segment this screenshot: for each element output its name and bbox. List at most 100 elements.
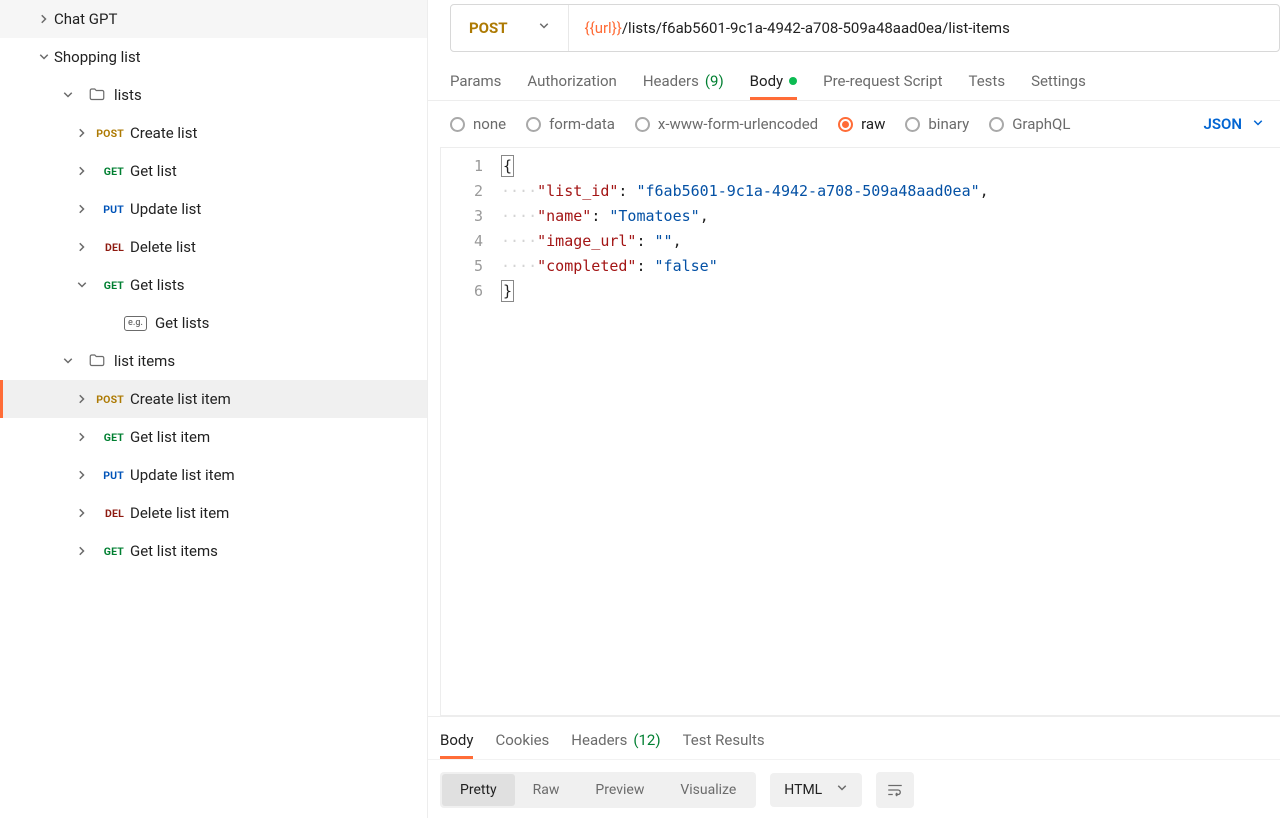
method-badge: DEL	[92, 507, 124, 520]
response-pane: Body Cookies Headers (12) Test Results P…	[428, 716, 1280, 818]
modified-dot-icon	[789, 77, 797, 85]
chevron-right-icon	[72, 431, 92, 443]
method-badge: GET	[92, 431, 124, 444]
chevron-down-icon	[34, 51, 54, 63]
view-mode-group: Pretty Raw Preview Visualize	[440, 772, 756, 808]
request-label: Update list	[130, 200, 201, 218]
request-update-list[interactable]: PUT Update list	[0, 190, 427, 228]
view-pretty[interactable]: Pretty	[442, 774, 515, 806]
request-label: Get list item	[130, 428, 210, 446]
method-badge: POST	[92, 393, 124, 406]
collection-shopping-list[interactable]: Shopping list	[0, 38, 427, 76]
resp-tab-headers[interactable]: Headers (12)	[571, 731, 660, 759]
collection-label: Shopping list	[54, 48, 141, 66]
request-label: Delete list	[130, 238, 196, 256]
chevron-right-icon	[72, 393, 92, 405]
radio-icon	[838, 117, 853, 132]
response-tabs: Body Cookies Headers (12) Test Results	[428, 717, 1280, 760]
request-tabs: Params Authorization Headers (9) Body Pr…	[428, 52, 1280, 101]
body-format-label: JSON	[1204, 115, 1242, 133]
method-badge: GET	[92, 279, 124, 292]
method-select[interactable]: POST	[451, 5, 569, 51]
tab-prerequest[interactable]: Pre-request Script	[823, 72, 942, 100]
request-get-list-item[interactable]: GET Get list item	[0, 418, 427, 456]
method-badge: GET	[92, 545, 124, 558]
request-create-list-item[interactable]: POST Create list item	[0, 380, 427, 418]
response-lang-select[interactable]: HTML	[770, 773, 862, 807]
code-area[interactable]: {····"list_id": "f6ab5601-9c1a-4942-a708…	[501, 148, 1280, 715]
line-gutter: 1 2 3 4 5 6	[441, 148, 501, 715]
request-delete-list-item[interactable]: DEL Delete list item	[0, 494, 427, 532]
request-get-list[interactable]: GET Get list	[0, 152, 427, 190]
request-update-list-item[interactable]: PUT Update list item	[0, 456, 427, 494]
resp-tab-test-results[interactable]: Test Results	[683, 731, 765, 759]
radio-icon	[635, 117, 650, 132]
request-label: Get list	[130, 162, 177, 180]
radio-binary[interactable]: binary	[905, 115, 969, 133]
chevron-down-icon	[538, 20, 550, 36]
folder-list-items[interactable]: list items	[0, 342, 427, 380]
body-format-select[interactable]: JSON	[1204, 115, 1264, 133]
request-get-lists[interactable]: GET Get lists	[0, 266, 427, 304]
tab-tests[interactable]: Tests	[968, 72, 1005, 100]
folder-label: list items	[114, 352, 175, 370]
tab-authorization[interactable]: Authorization	[527, 72, 616, 100]
request-get-list-items[interactable]: GET Get list items	[0, 532, 427, 570]
radio-graphql[interactable]: GraphQL	[989, 115, 1070, 133]
method-badge: GET	[92, 165, 124, 178]
collection-chat-gpt[interactable]: Chat GPT	[0, 0, 427, 38]
chevron-down-icon	[1252, 115, 1264, 133]
radio-icon	[989, 117, 1004, 132]
example-icon: e.g.	[124, 316, 147, 331]
url-variable: {{url}}	[585, 19, 622, 37]
resp-tab-body[interactable]: Body	[440, 731, 473, 759]
tab-body[interactable]: Body	[750, 72, 797, 100]
method-badge: DEL	[92, 241, 124, 254]
request-create-list[interactable]: POST Create list	[0, 114, 427, 152]
request-label: Update list item	[130, 466, 235, 484]
method-badge: PUT	[92, 469, 124, 482]
folder-icon	[88, 86, 106, 104]
wrap-lines-button[interactable]	[876, 772, 914, 808]
resp-tab-cookies[interactable]: Cookies	[495, 731, 549, 759]
body-editor[interactable]: 1 2 3 4 5 6 {····"list_id": "f6ab5601-9c…	[440, 147, 1280, 716]
url-input[interactable]: {{url}}/lists/f6ab5601-9c1a-4942-a708-50…	[569, 5, 1279, 51]
chevron-down-icon	[72, 279, 92, 291]
radio-icon	[905, 117, 920, 132]
chevron-right-icon	[72, 165, 92, 177]
wrap-icon	[886, 781, 904, 799]
view-preview[interactable]: Preview	[577, 774, 662, 806]
folder-label: lists	[114, 86, 142, 104]
view-visualize[interactable]: Visualize	[662, 774, 754, 806]
radio-none[interactable]: none	[450, 115, 506, 133]
tab-params[interactable]: Params	[450, 72, 501, 100]
request-label: Create list	[130, 124, 197, 142]
folder-lists[interactable]: lists	[0, 76, 427, 114]
chevron-right-icon	[72, 241, 92, 253]
tab-settings[interactable]: Settings	[1031, 72, 1086, 100]
request-label: Get lists	[130, 276, 185, 294]
url-bar: POST {{url}}/lists/f6ab5601-9c1a-4942-a7…	[450, 4, 1280, 52]
radio-urlencoded[interactable]: x-www-form-urlencoded	[635, 115, 818, 133]
request-label: Create list item	[130, 390, 231, 408]
chevron-right-icon	[72, 127, 92, 139]
collection-label: Chat GPT	[54, 10, 117, 28]
radio-form-data[interactable]: form-data	[526, 115, 615, 133]
example-label: Get lists	[155, 314, 210, 332]
view-raw[interactable]: Raw	[515, 774, 578, 806]
radio-raw[interactable]: raw	[838, 115, 885, 133]
body-type-row: none form-data x-www-form-urlencoded raw…	[428, 101, 1280, 147]
chevron-down-icon	[836, 782, 848, 798]
example-get-lists[interactable]: e.g. Get lists	[0, 304, 427, 342]
tab-headers[interactable]: Headers (9)	[643, 72, 724, 100]
chevron-right-icon	[72, 507, 92, 519]
method-label: POST	[469, 19, 508, 37]
url-path: /lists/f6ab5601-9c1a-4942-a708-509a48aad…	[622, 19, 1010, 37]
radio-icon	[526, 117, 541, 132]
chevron-right-icon	[72, 469, 92, 481]
request-label: Get list items	[130, 542, 218, 560]
request-delete-list[interactable]: DEL Delete list	[0, 228, 427, 266]
headers-count: (9)	[705, 72, 724, 90]
chevron-down-icon	[58, 355, 78, 367]
request-pane: POST {{url}}/lists/f6ab5601-9c1a-4942-a7…	[428, 0, 1280, 818]
